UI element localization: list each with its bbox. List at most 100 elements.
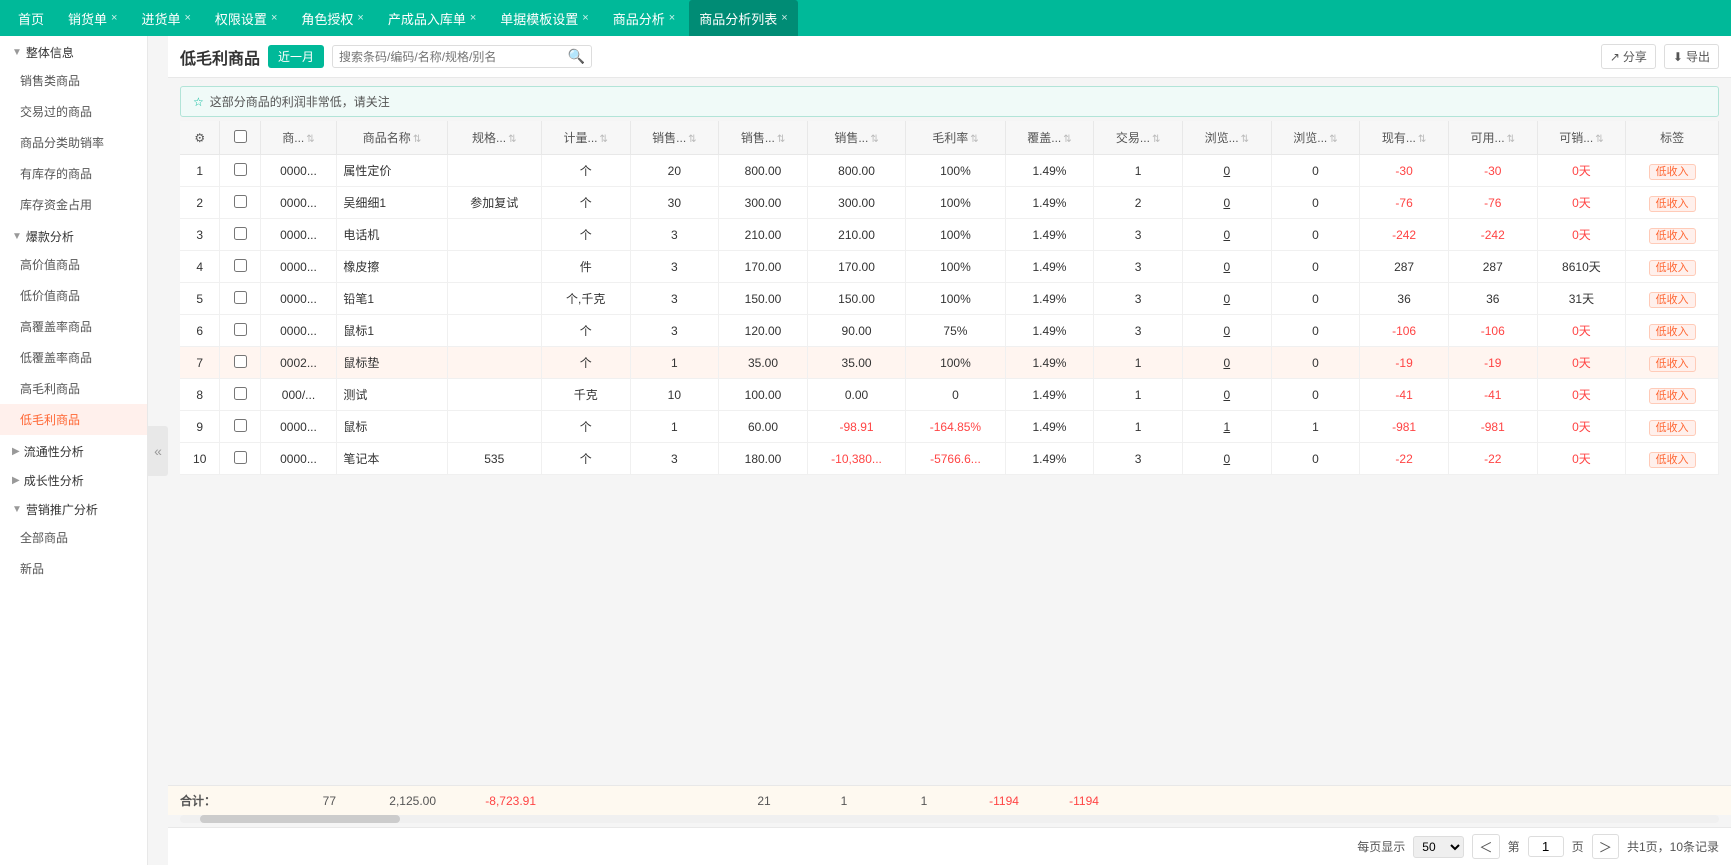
sort-icon-2[interactable]: ⇅: [413, 134, 421, 145]
scroll-thumb[interactable]: [200, 815, 400, 823]
nav-role-close[interactable]: ×: [357, 12, 363, 24]
horizontal-scrollbar[interactable]: [180, 815, 1719, 823]
sidebar-item-category-sales-rate[interactable]: 商品分类助销率: [0, 127, 147, 158]
sidebar-group-marketing[interactable]: ▼ 营销推广分析: [0, 493, 147, 522]
row-name[interactable]: 笔记本: [337, 443, 447, 475]
sidebar-item-in-stock[interactable]: 有库存的商品: [0, 158, 147, 189]
row-name[interactable]: 测试: [337, 379, 447, 411]
sidebar-item-new-products[interactable]: 新品: [0, 553, 147, 584]
sidebar-item-low-value[interactable]: 低价值商品: [0, 280, 147, 311]
row-name[interactable]: 鼠标: [337, 411, 447, 443]
nav-auth-close[interactable]: ×: [271, 12, 277, 24]
row-checkbox[interactable]: [220, 315, 260, 347]
row-browse2: 0: [1271, 283, 1360, 315]
sort-icon-9[interactable]: ⇅: [1063, 134, 1071, 145]
row-checkbox[interactable]: [220, 443, 260, 475]
row-browse1[interactable]: 1: [1182, 411, 1271, 443]
row-browse1[interactable]: 0: [1182, 219, 1271, 251]
sidebar-collapse-btn[interactable]: «: [148, 426, 168, 476]
nav-product-warehouse[interactable]: 产成品入库单 ×: [378, 0, 486, 36]
col-settings[interactable]: ⚙: [180, 121, 220, 155]
nav-purchase-order[interactable]: 进货单 ×: [131, 0, 200, 36]
sort-icon-12[interactable]: ⇅: [1329, 134, 1337, 145]
sort-icon[interactable]: ⇅: [306, 134, 314, 145]
row-browse1[interactable]: 0: [1182, 251, 1271, 283]
row-browse1[interactable]: 0: [1182, 315, 1271, 347]
row-current-stock: -30: [1360, 155, 1449, 187]
sort-icon-14[interactable]: ⇅: [1507, 134, 1515, 145]
sort-icon-8[interactable]: ⇅: [970, 134, 978, 145]
row-checkbox[interactable]: [220, 187, 260, 219]
row-checkbox[interactable]: [220, 411, 260, 443]
prev-page-button[interactable]: ＜: [1472, 834, 1499, 859]
row-tag: 低收入: [1626, 443, 1719, 475]
row-checkbox[interactable]: [220, 379, 260, 411]
row-checkbox[interactable]: [220, 219, 260, 251]
sort-icon-5[interactable]: ⇅: [688, 134, 696, 145]
sidebar-item-sales-category[interactable]: 销售类商品: [0, 65, 147, 96]
nav-analysis-close[interactable]: ×: [669, 12, 675, 24]
sort-icon-15[interactable]: ⇅: [1595, 134, 1603, 145]
sort-icon-13[interactable]: ⇅: [1418, 134, 1426, 145]
row-name[interactable]: 电话机: [337, 219, 447, 251]
row-name[interactable]: 鼠标垫: [337, 347, 447, 379]
row-checkbox[interactable]: [220, 155, 260, 187]
row-browse1[interactable]: 0: [1182, 187, 1271, 219]
nav-analysis-list-close[interactable]: ×: [781, 12, 787, 24]
select-all-checkbox[interactable]: [234, 130, 247, 143]
sidebar-item-high-value[interactable]: 高价值商品: [0, 249, 147, 280]
search-icon[interactable]: 🔍: [568, 48, 585, 65]
sidebar-item-low-margin[interactable]: 低毛利商品: [0, 404, 147, 435]
col-checkbox[interactable]: [220, 121, 260, 155]
sidebar-item-high-coverage[interactable]: 高覆盖率商品: [0, 311, 147, 342]
nav-role-auth[interactable]: 角色授权 ×: [291, 0, 373, 36]
row-trade: 3: [1094, 443, 1183, 475]
row-browse1[interactable]: 0: [1182, 283, 1271, 315]
row-current-stock: 36: [1360, 283, 1449, 315]
next-page-button[interactable]: ＞: [1592, 834, 1619, 859]
row-name[interactable]: 吴细细1: [337, 187, 447, 219]
page-size-select[interactable]: 50 100 200: [1413, 836, 1464, 858]
search-input[interactable]: [339, 50, 568, 64]
share-button[interactable]: ↗ 分享: [1601, 44, 1656, 69]
page-number-input[interactable]: [1528, 836, 1564, 857]
nav-product-analysis[interactable]: 商品分析 ×: [603, 0, 685, 36]
row-name[interactable]: 属性定价: [337, 155, 447, 187]
sidebar-item-traded-goods[interactable]: 交易过的商品: [0, 96, 147, 127]
nav-sales-order-close[interactable]: ×: [111, 12, 117, 24]
nav-product-close[interactable]: ×: [470, 12, 476, 24]
row-name[interactable]: 铅笔1: [337, 283, 447, 315]
sort-icon-11[interactable]: ⇅: [1241, 134, 1249, 145]
sort-icon-6[interactable]: ⇅: [777, 134, 785, 145]
nav-template-close[interactable]: ×: [582, 12, 588, 24]
sidebar-group-growth[interactable]: ▶ 成长性分析: [0, 464, 147, 493]
sidebar-group-circulation[interactable]: ▶ 流通性分析: [0, 435, 147, 464]
row-checkbox[interactable]: [220, 251, 260, 283]
sidebar-item-low-coverage[interactable]: 低覆盖率商品: [0, 342, 147, 373]
nav-sales-order[interactable]: 销货单 ×: [58, 0, 127, 36]
sort-icon-3[interactable]: ⇅: [508, 134, 516, 145]
sidebar-item-high-margin[interactable]: 高毛利商品: [0, 373, 147, 404]
nav-home[interactable]: 首页: [8, 0, 54, 36]
sidebar-group-hot[interactable]: ▼ 爆款分析: [0, 220, 147, 249]
sort-icon-4[interactable]: ⇅: [600, 134, 608, 145]
row-browse1[interactable]: 0: [1182, 347, 1271, 379]
date-filter-button[interactable]: 近一月: [268, 45, 324, 68]
sort-icon-7[interactable]: ⇅: [870, 134, 878, 145]
row-name[interactable]: 鼠标1: [337, 315, 447, 347]
sidebar-item-all-products[interactable]: 全部商品: [0, 522, 147, 553]
nav-auth-settings[interactable]: 权限设置 ×: [205, 0, 287, 36]
row-browse1[interactable]: 0: [1182, 379, 1271, 411]
nav-product-analysis-list[interactable]: 商品分析列表 ×: [689, 0, 797, 36]
row-browse1[interactable]: 0: [1182, 443, 1271, 475]
row-checkbox[interactable]: [220, 283, 260, 315]
row-checkbox[interactable]: [220, 347, 260, 379]
export-button[interactable]: ⬇ 导出: [1664, 44, 1719, 69]
nav-template-settings[interactable]: 单据模板设置 ×: [490, 0, 598, 36]
nav-purchase-close[interactable]: ×: [184, 12, 190, 24]
sidebar-item-inventory-capital[interactable]: 库存资金占用: [0, 189, 147, 220]
sort-icon-10[interactable]: ⇅: [1152, 134, 1160, 145]
row-browse1[interactable]: 0: [1182, 155, 1271, 187]
sidebar-group-overall[interactable]: ▼ 整体信息: [0, 36, 147, 65]
row-name[interactable]: 橡皮擦: [337, 251, 447, 283]
